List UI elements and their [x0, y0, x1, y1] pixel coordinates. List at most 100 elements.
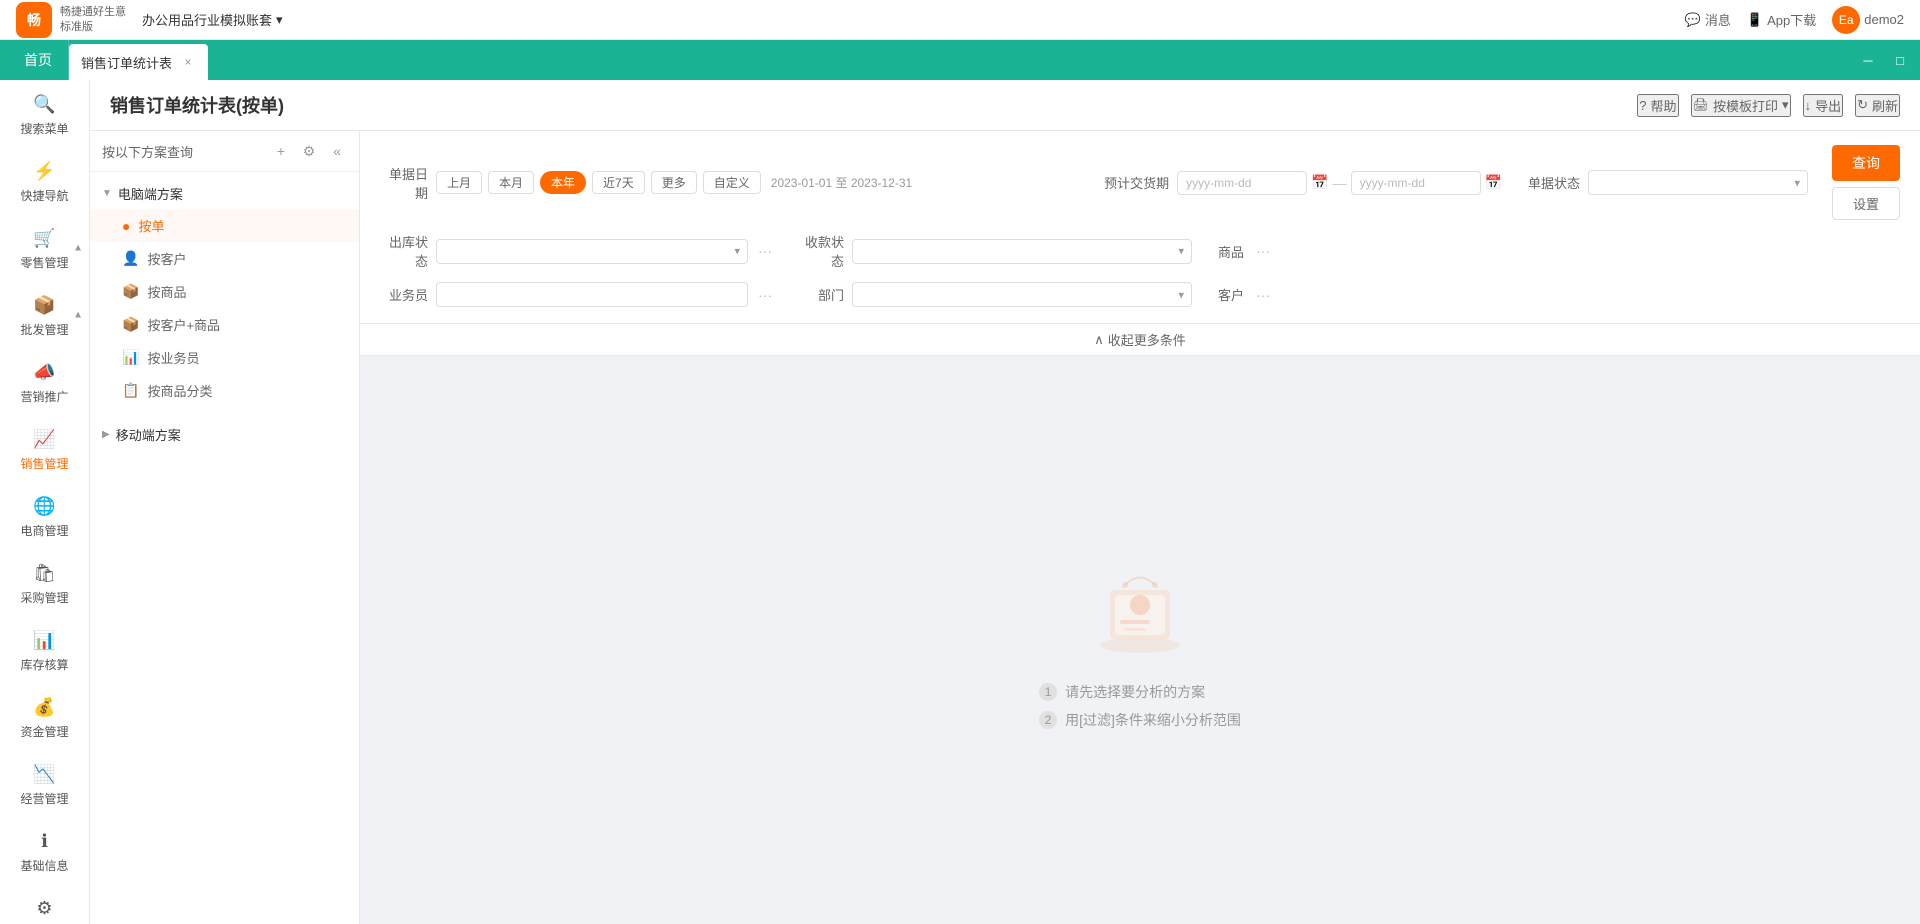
scheme-icon-按业务员: 📊: [122, 349, 139, 366]
customer-content: ···: [1252, 287, 1900, 303]
tab-close-button[interactable]: ×: [180, 54, 196, 70]
mobile-scheme-group-header[interactable]: ▶ 移动端方案: [90, 419, 359, 450]
tab-maximize-button[interactable]: □: [1888, 48, 1912, 72]
query-action-col: 查询 设置: [1824, 145, 1900, 220]
custom-date-button[interactable]: 自定义: [703, 171, 761, 194]
system-icon: ⚙: [36, 898, 52, 919]
scheme-item-按业务员[interactable]: 📊 按业务员: [90, 341, 359, 374]
wholesale-arrow-icon: ▲: [73, 309, 83, 320]
message-button[interactable]: 💬 消息: [1685, 10, 1731, 29]
scheme-icon-按单: ●: [122, 218, 130, 234]
topbar-left: 畅 畅捷通好生意 标准版 办公用品行业模拟账套 ▾: [16, 2, 291, 38]
add-scheme-button[interactable]: +: [271, 141, 291, 161]
tab-minimize-button[interactable]: ─: [1856, 48, 1880, 72]
refresh-icon: ↻: [1857, 97, 1868, 113]
salesman-input[interactable]: [436, 282, 748, 307]
mobile-scheme-group: ▶ 移动端方案: [90, 413, 359, 456]
scheme-settings-icon[interactable]: ⚙: [299, 141, 319, 161]
sidebar-item-marketing[interactable]: 📣 营销推广: [0, 348, 89, 415]
desktop-scheme-group-header[interactable]: ▼ 电脑端方案: [90, 178, 359, 209]
product-dots[interactable]: ···: [1252, 243, 1274, 259]
app-icon: 📱: [1747, 12, 1763, 28]
chevron-up-icon: ∧: [1094, 332, 1104, 348]
sidebar-item-wholesale[interactable]: 📦 批发管理 ▲: [0, 281, 89, 348]
retail-icon: 🛒: [33, 228, 55, 249]
export-button[interactable]: ↓ 导出: [1803, 94, 1844, 117]
receive-status-select[interactable]: [852, 239, 1192, 264]
more-date-button[interactable]: 更多: [651, 171, 697, 194]
sidebar-item-finance[interactable]: 💰 资金管理: [0, 683, 89, 750]
calendar-start-icon[interactable]: 📅: [1311, 174, 1328, 191]
mobile-group-arrow-icon: ▶: [102, 429, 110, 440]
expected-date-start-input[interactable]: [1177, 171, 1307, 195]
workspace-selector[interactable]: 办公用品行业模拟账套 ▾: [134, 6, 291, 33]
salesman-dots[interactable]: ···: [754, 287, 776, 303]
help-button[interactable]: ? 帮助: [1637, 94, 1678, 117]
expected-date-label: 预计交货期: [1097, 173, 1177, 192]
tip-num-2: 2: [1039, 711, 1057, 729]
content-area: 销售订单统计表(按单) ? 帮助 🖨 按模板打印 ▾ ↓ 导出 ↻ 刷新: [90, 80, 1920, 924]
brand-logo: 畅: [16, 2, 52, 38]
doc-status-content: [1588, 170, 1808, 195]
scheme-icon-按客户商品: 📦: [122, 316, 139, 333]
filter-body-wrapper: 按以下方案查询 + ⚙ « ▼ 电脑端方案 ● 按单 👤: [90, 131, 1920, 924]
scheme-item-按商品分类[interactable]: 📋 按商品分类: [90, 374, 359, 407]
receive-status-label: 收款状态: [796, 232, 852, 270]
scheme-item-按商品[interactable]: 📦 按商品: [90, 275, 359, 308]
empty-tips: 1 请先选择要分析的方案 2 用[过滤]条件来缩小分析范围: [1039, 682, 1241, 730]
expected-date-end-input[interactable]: [1351, 171, 1481, 195]
right-panel: 单据日期 上月 本月 本年 近7天 更多 自定义 2023-01-01 至 20…: [360, 131, 1920, 924]
search-menu-icon: 🔍: [33, 94, 55, 115]
tab-sales-order-stats[interactable]: 销售订单统计表 ×: [69, 44, 208, 80]
ship-status-select[interactable]: [436, 239, 748, 264]
this-year-button[interactable]: 本年: [540, 171, 586, 194]
last7-button[interactable]: 近7天: [592, 171, 645, 194]
sidebar-item-search[interactable]: 🔍 搜索菜单: [0, 80, 89, 147]
workspace-chevron-icon: ▾: [276, 12, 283, 28]
customer-dots[interactable]: ···: [1252, 287, 1274, 303]
app-download-button[interactable]: 📱 App下载: [1747, 10, 1816, 29]
ship-status-label: 出库状态: [380, 232, 436, 270]
sidebar-item-basic[interactable]: ℹ 基础信息: [0, 817, 89, 884]
basic-icon: ℹ: [41, 831, 48, 852]
left-panel-header: 按以下方案查询 + ⚙ «: [90, 131, 359, 172]
purchase-icon: 🛍: [33, 563, 56, 584]
user-menu[interactable]: Ea demo2: [1832, 6, 1904, 34]
refresh-button[interactable]: ↻ 刷新: [1855, 94, 1900, 117]
product-content: ···: [1252, 243, 1900, 259]
dept-label: 部门: [796, 285, 852, 304]
export-icon: ↓: [1805, 98, 1812, 113]
sidebar-item-retail[interactable]: 🛒 零售管理 ▲: [0, 214, 89, 281]
doc-status-select[interactable]: [1588, 170, 1808, 195]
calendar-end-icon[interactable]: 📅: [1485, 174, 1502, 191]
settings-button[interactable]: 设置: [1832, 187, 1900, 220]
collapse-more-button[interactable]: ∧ 收起更多条件: [360, 324, 1920, 355]
sidebar-item-purchase[interactable]: 🛍 采购管理: [0, 549, 89, 616]
this-month-button[interactable]: 本月: [488, 171, 534, 194]
sidebar-item-stock[interactable]: 📊 库存核算: [0, 616, 89, 683]
content-body: 1 请先选择要分析的方案 2 用[过滤]条件来缩小分析范围: [360, 356, 1920, 924]
query-button[interactable]: 查询: [1832, 145, 1900, 181]
dept-content: [852, 282, 1192, 307]
avatar: Ea: [1832, 6, 1860, 34]
sidebar-menu: 🔍 搜索菜单 ⚡ 快捷导航 🛒 零售管理 ▲ 📦 批发管理 ▲ 📣 营销推广 📈…: [0, 80, 90, 924]
date-label: 单据日期: [380, 164, 436, 202]
page-title: 销售订单统计表(按单): [110, 92, 284, 130]
sidebar-item-quicknav[interactable]: ⚡ 快捷导航: [0, 147, 89, 214]
sidebar-item-ecommerce[interactable]: 🌐 电商管理: [0, 482, 89, 549]
scheme-item-按单[interactable]: ● 按单: [90, 209, 359, 242]
expected-date-content: 📅 — 📅: [1177, 171, 1502, 195]
dept-select[interactable]: [852, 282, 1192, 307]
page-header: 销售订单统计表(按单) ? 帮助 🖨 按模板打印 ▾ ↓ 导出 ↻ 刷新: [90, 80, 1920, 131]
collapse-panel-button[interactable]: «: [327, 141, 347, 161]
tab-home[interactable]: 首页: [8, 40, 69, 80]
scheme-item-按客户[interactable]: 👤 按客户: [90, 242, 359, 275]
scheme-item-按客户+商品[interactable]: 📦 按客户+商品: [90, 308, 359, 341]
print-button[interactable]: 🖨 按模板打印 ▾: [1691, 94, 1791, 117]
last-month-button[interactable]: 上月: [436, 171, 482, 194]
sidebar-item-operations[interactable]: 📉 经营管理: [0, 750, 89, 817]
sidebar-item-system[interactable]: ⚙ 系统管理: [0, 884, 89, 924]
collapse-row: ∧ 收起更多条件: [360, 324, 1920, 356]
sidebar-item-sales[interactable]: 📈 销售管理: [0, 415, 89, 482]
ship-status-dots[interactable]: ···: [754, 243, 776, 259]
